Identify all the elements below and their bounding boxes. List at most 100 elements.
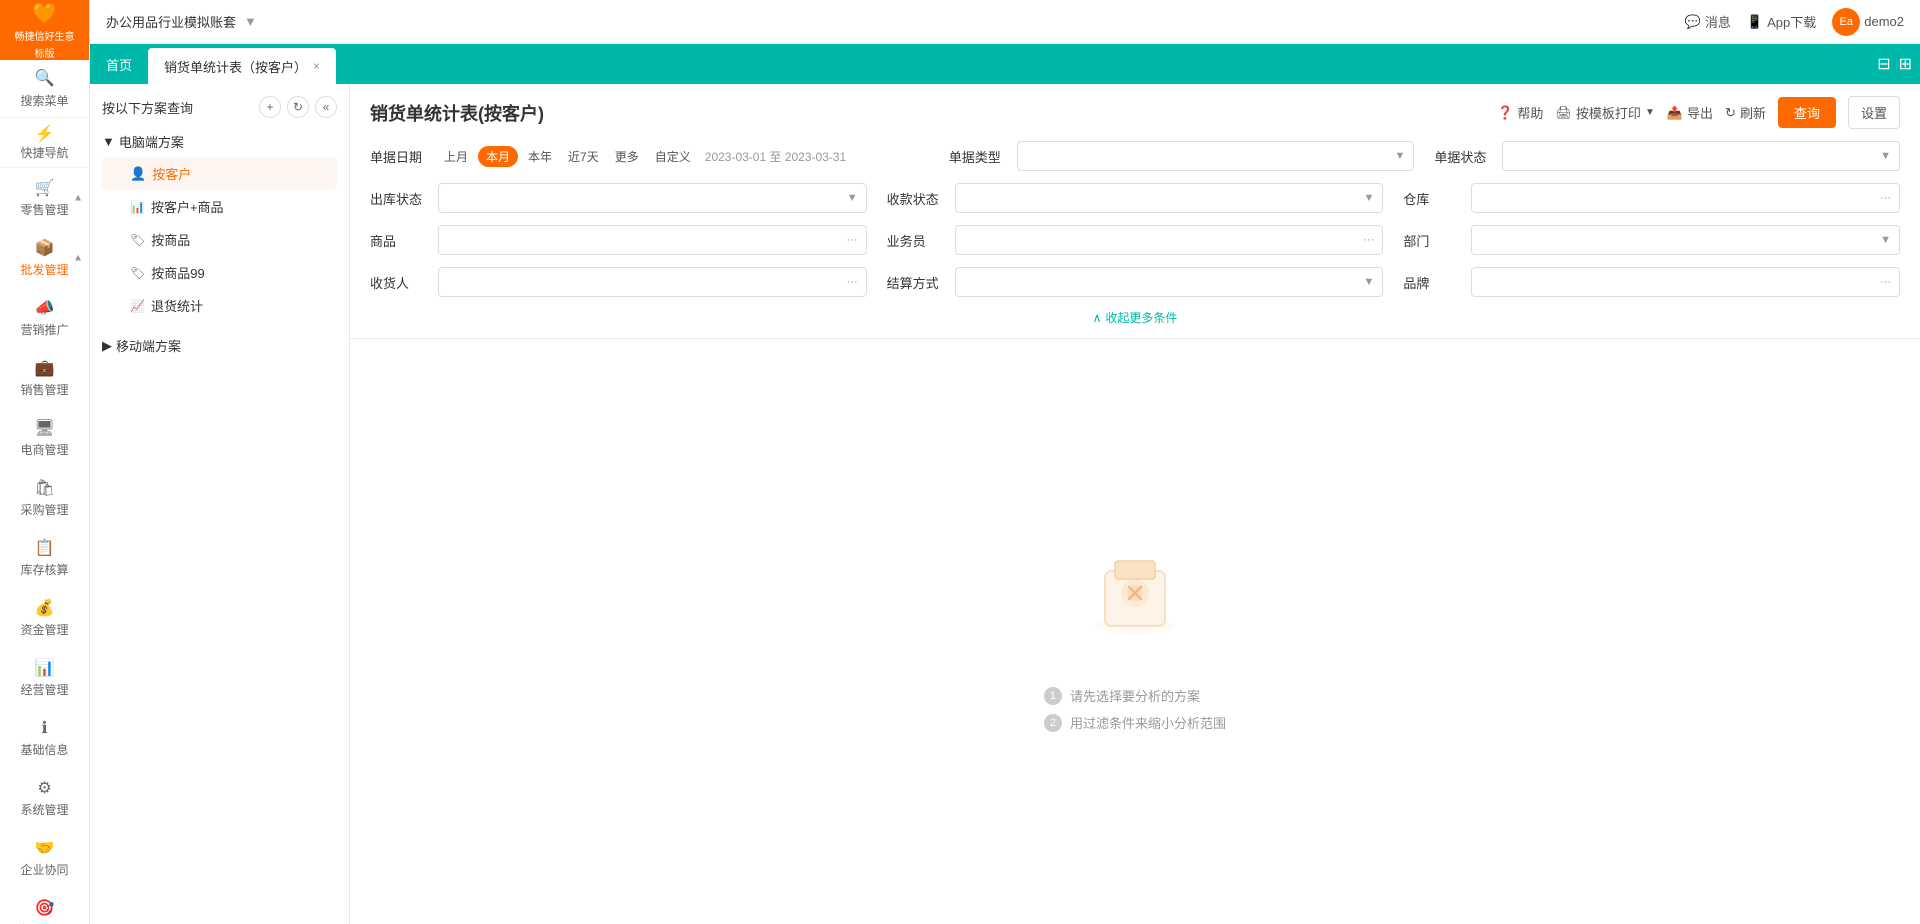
tip-text-1: 请先选择要分析的方案 bbox=[1070, 686, 1200, 705]
scheme-by-product[interactable]: 🏷 按商品 bbox=[102, 223, 337, 256]
app-download-btn[interactable]: 📱 App下载 bbox=[1747, 12, 1816, 31]
content-area: 按以下方案查询 + ↻ « ▼ 电脑端方案 👤 按客户 bbox=[90, 84, 1920, 924]
collapse-btn[interactable]: ∧ 收起更多条件 bbox=[370, 309, 1900, 326]
return-stats-label: 退货统计 bbox=[151, 296, 203, 315]
collapse-panel-btn[interactable]: « bbox=[315, 96, 337, 118]
by-product-icon: 🏷 bbox=[130, 233, 145, 247]
app-logo: 🧡 畅捷信好生意 标版 bbox=[0, 0, 90, 60]
desktop-group-arrow: ▼ bbox=[102, 134, 115, 149]
username-label: demo2 bbox=[1864, 14, 1904, 29]
tab-close-icon[interactable]: × bbox=[313, 59, 320, 73]
date-tab-7days[interactable]: 近7天 bbox=[562, 146, 605, 167]
settlement-input[interactable]: ▼ bbox=[955, 267, 1384, 297]
payment-status-chevron: ▼ bbox=[1363, 192, 1374, 204]
export-icon: 📤 bbox=[1667, 105, 1683, 121]
print-label: 按模板打印 bbox=[1576, 103, 1641, 122]
filter-date: 单据日期 上月 本月 本年 近7天 更多 自定义 2023-03-01 至 20… bbox=[370, 146, 929, 167]
mobile-group-label: 移动端方案 bbox=[116, 336, 181, 355]
sidebar-item-retail[interactable]: 🛒 零售管理 ▲ bbox=[0, 168, 89, 228]
sidebar-item-purchase[interactable]: 🛍 采购管理 bbox=[0, 468, 89, 528]
order-type-input[interactable]: ▼ bbox=[1017, 141, 1415, 171]
scheme-return-stats[interactable]: 📈 退货统计 bbox=[102, 289, 337, 322]
empty-tip-1: 1 请先选择要分析的方案 bbox=[1044, 686, 1226, 705]
sidebar-item-wholesale[interactable]: 📦 批发管理 ▲ bbox=[0, 228, 89, 288]
date-tab-thisyear[interactable]: 本年 bbox=[522, 146, 558, 167]
filter-out-status: 出库状态 ▼ bbox=[370, 183, 867, 213]
receiver-input[interactable]: ··· bbox=[438, 267, 867, 297]
settings-btn-label: 设置 bbox=[1861, 103, 1887, 122]
print-btn[interactable]: 🖨 按模板打印 ▼ bbox=[1555, 103, 1654, 122]
tab-expand-icon[interactable]: ⊞ bbox=[1899, 54, 1912, 74]
scheme-by-customer[interactable]: 👤 按客户 bbox=[102, 157, 337, 190]
filter-row-4: 收货人 ··· 结算方式 ▼ bbox=[370, 267, 1900, 297]
date-tab-more[interactable]: 更多 bbox=[609, 146, 645, 167]
left-panel-title: 按以下方案查询 bbox=[102, 98, 193, 117]
sidebar-item-operation[interactable]: 📊 经营管理 bbox=[0, 648, 89, 708]
tab-sales-stats-label: 销货单统计表（按客户） bbox=[164, 57, 307, 76]
filter-settlement: 结算方式 ▼ bbox=[887, 267, 1384, 297]
payment-status-input[interactable]: ▼ bbox=[955, 183, 1384, 213]
salesman-input[interactable]: ··· bbox=[955, 225, 1384, 255]
sidebar-item-marketing[interactable]: 📣 营销推广 bbox=[0, 288, 89, 348]
scheme-by-customer-product[interactable]: 📊 按客户+商品 bbox=[102, 190, 337, 223]
date-tab-thismonth[interactable]: 本月 bbox=[478, 146, 518, 167]
order-type-chevron: ▼ bbox=[1394, 150, 1405, 162]
sidebar-item-basic[interactable]: ℹ 基础信息 bbox=[0, 708, 89, 768]
logo-icon: 🧡 bbox=[32, 1, 57, 26]
ecommerce-icon: 🖥 bbox=[34, 418, 54, 438]
order-status-input[interactable]: ▼ bbox=[1502, 141, 1900, 171]
product-input[interactable]: ··· bbox=[438, 225, 867, 255]
wholesale-icon: 📦 bbox=[35, 238, 55, 258]
sidebar-item-sales[interactable]: 💼 销售管理 bbox=[0, 348, 89, 408]
guide-icon: 🎯 bbox=[35, 898, 55, 918]
brand-input[interactable]: ··· bbox=[1471, 267, 1900, 297]
filter-receiver: 收货人 ··· bbox=[370, 267, 867, 297]
filter-warehouse: 仓库 ··· bbox=[1403, 183, 1900, 213]
sidebar-item-system[interactable]: ⚙ 系统管理 bbox=[0, 768, 89, 828]
title-row: 销货单统计表(按客户) ❓ 帮助 🖨 按模板打印 ▼ 📤 bbox=[370, 96, 1900, 129]
date-tab-lastmonth[interactable]: 上月 bbox=[438, 146, 474, 167]
print-icon: 🖨 bbox=[1555, 105, 1572, 121]
department-input[interactable]: ▼ bbox=[1471, 225, 1900, 255]
header-actions: ❓ 帮助 🖨 按模板打印 ▼ 📤 导出 ↻ bbox=[1497, 96, 1900, 129]
payment-status-label: 收款状态 bbox=[887, 189, 947, 208]
sidebar-item-finance[interactable]: 💰 资金管理 bbox=[0, 588, 89, 648]
help-btn[interactable]: ❓ 帮助 bbox=[1497, 103, 1543, 122]
quick-nav-item[interactable]: ⚡ 快捷导航 bbox=[0, 118, 89, 168]
message-btn[interactable]: 💬 消息 bbox=[1685, 12, 1731, 31]
date-tab-custom[interactable]: 自定义 bbox=[649, 146, 697, 167]
left-panel-actions: + ↻ « bbox=[259, 96, 337, 118]
sidebar-item-enterprise[interactable]: 🤝 企业协同 bbox=[0, 828, 89, 888]
sidebar-item-guide[interactable]: 🎯 新手引导 bbox=[0, 888, 89, 924]
basic-icon: ℹ bbox=[41, 718, 47, 738]
main-area: 办公用品行业模拟账套 ▼ 💬 消息 📱 App下载 Ea demo2 首页 销货… bbox=[90, 0, 1920, 924]
refresh-btn[interactable]: ↻ 刷新 bbox=[1725, 103, 1766, 122]
salesman-dots: ··· bbox=[1363, 234, 1374, 246]
mobile-group-header[interactable]: ▶ 移动端方案 bbox=[102, 330, 337, 361]
by-customer-product-icon: 📊 bbox=[130, 200, 145, 214]
tab-home[interactable]: 首页 bbox=[90, 44, 148, 84]
out-status-input[interactable]: ▼ bbox=[438, 183, 867, 213]
scheme-by-product99[interactable]: 🏷 按商品99 bbox=[102, 256, 337, 289]
refresh-scheme-btn[interactable]: ↻ bbox=[287, 96, 309, 118]
mobile-group-arrow: ▶ bbox=[102, 338, 112, 354]
add-scheme-btn[interactable]: + bbox=[259, 96, 281, 118]
sidebar-item-inventory[interactable]: 📋 库存核算 bbox=[0, 528, 89, 588]
out-status-chevron: ▼ bbox=[847, 192, 858, 204]
search-menu-item[interactable]: 🔍 搜索菜单 bbox=[0, 60, 89, 118]
date-range-text: 2023-03-01 至 2023-03-31 bbox=[705, 148, 846, 165]
settings-btn[interactable]: 设置 bbox=[1848, 96, 1900, 129]
empty-tip-2: 2 用过滤条件来缩小分析范围 bbox=[1044, 713, 1226, 732]
warehouse-input[interactable]: ··· bbox=[1471, 183, 1900, 213]
user-profile-btn[interactable]: Ea demo2 bbox=[1832, 8, 1904, 36]
sidebar-item-ecommerce[interactable]: 🖥 电商管理 bbox=[0, 408, 89, 468]
tab-minimize-icon[interactable]: ⊟ bbox=[1877, 54, 1890, 74]
tip-num-2: 2 bbox=[1044, 714, 1062, 732]
tab-sales-stats[interactable]: 销货单统计表（按客户） × bbox=[148, 48, 336, 84]
settlement-label: 结算方式 bbox=[887, 273, 947, 292]
export-btn[interactable]: 📤 导出 bbox=[1667, 103, 1713, 122]
query-btn[interactable]: 查询 bbox=[1778, 97, 1836, 128]
topbar-dropdown-icon[interactable]: ▼ bbox=[244, 14, 257, 29]
filter-row-1: 单据日期 上月 本月 本年 近7天 更多 自定义 2023-03-01 至 20… bbox=[370, 141, 1900, 171]
desktop-group-header[interactable]: ▼ 电脑端方案 bbox=[102, 126, 337, 157]
